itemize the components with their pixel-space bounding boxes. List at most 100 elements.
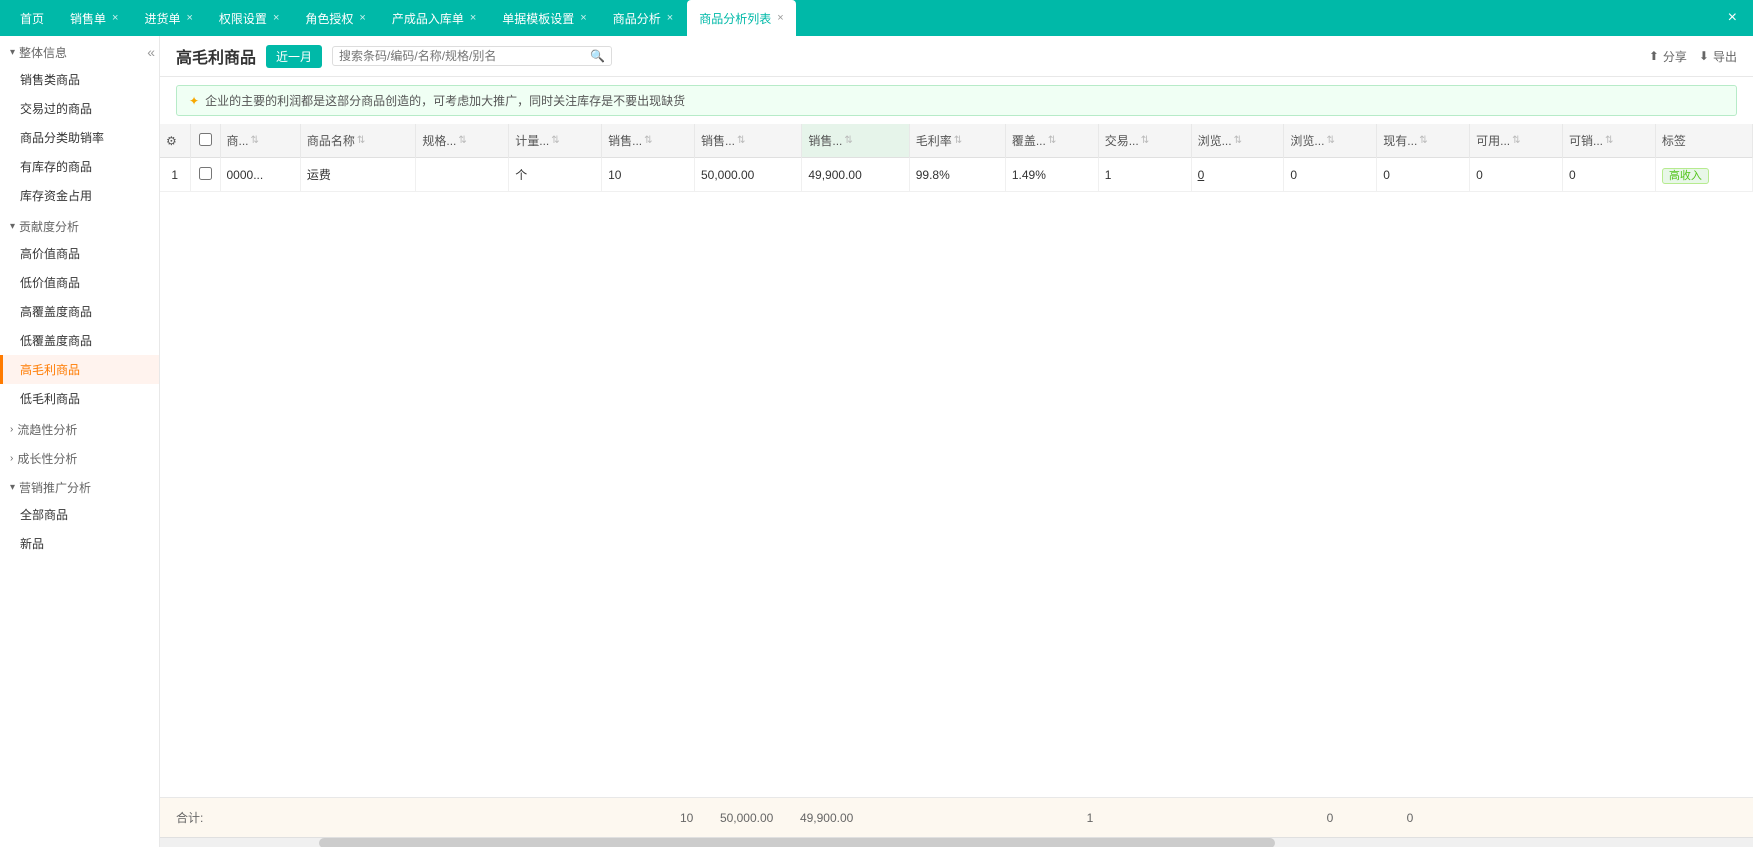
- col-trade-times[interactable]: 交易...⇅: [1098, 124, 1191, 158]
- sidebar-item-high-margin[interactable]: 高毛利商品: [0, 355, 159, 384]
- nav-tab-analysis[interactable]: 商品分析 ×: [601, 0, 685, 36]
- sidebar-group-contribution[interactable]: ▾ 贡献度分析: [0, 210, 159, 239]
- sidebar-item-low-value[interactable]: 低价值商品: [0, 268, 159, 297]
- col-settings[interactable]: ⚙: [160, 124, 190, 158]
- nav-tab-permission[interactable]: 权限设置 ×: [207, 0, 291, 36]
- filter-month-button[interactable]: 近一月: [266, 45, 322, 68]
- close-purchase-tab[interactable]: ×: [186, 12, 192, 24]
- col-tag[interactable]: 标签: [1655, 124, 1752, 158]
- sidebar-group-trend[interactable]: › 流趋性分析: [0, 413, 159, 442]
- sidebar-item-traded-goods[interactable]: 交易过的商品: [0, 94, 159, 123]
- row-current-stock: 0: [1377, 158, 1470, 192]
- content-header: 高毛利商品 近一月 🔍 ⬆ 分享 ⬇ 导出: [160, 36, 1753, 77]
- page-title: 高毛利商品: [176, 44, 256, 68]
- footer-spacer5: [1179, 811, 1259, 825]
- search-input[interactable]: [339, 49, 586, 63]
- bottom-scrollbar[interactable]: [160, 837, 1753, 847]
- sidebar-collapse-button[interactable]: «: [147, 44, 155, 60]
- tip-icon: ✦: [189, 94, 199, 108]
- row-sale-cost: 49,900.00: [802, 158, 909, 192]
- footer-cells: 10 50,000.00 49,900.00 1 0 0: [219, 811, 1737, 825]
- search-icon[interactable]: 🔍: [590, 49, 605, 63]
- share-button[interactable]: ⬆ 分享: [1649, 48, 1687, 65]
- sidebar: « ▾ 整体信息 销售类商品 交易过的商品 商品分类助销率 有库存的商品 库存资…: [0, 36, 160, 847]
- header-actions: ⬆ 分享 ⬇ 导出: [1649, 48, 1737, 65]
- export-button[interactable]: ⬇ 导出: [1699, 48, 1737, 65]
- close-template-tab[interactable]: ×: [580, 12, 586, 24]
- col-name[interactable]: 商品名称⇅: [300, 124, 416, 158]
- sidebar-item-low-coverage[interactable]: 低覆盖度商品: [0, 326, 159, 355]
- group-arrow-overall: ▾: [10, 47, 15, 58]
- scrollbar-thumb[interactable]: [319, 838, 1275, 847]
- col-browse2[interactable]: 浏览...⇅: [1284, 124, 1377, 158]
- row-sale-amount: 50,000.00: [694, 158, 801, 192]
- close-role-tab[interactable]: ×: [359, 12, 365, 24]
- nav-tab-role[interactable]: 角色授权 ×: [293, 0, 377, 36]
- row-gross-margin: 99.8%: [909, 158, 1005, 192]
- sidebar-group-overall[interactable]: ▾ 整体信息: [0, 36, 159, 65]
- col-browse1[interactable]: 浏览...⇅: [1191, 124, 1284, 158]
- main-layout: « ▾ 整体信息 销售类商品 交易过的商品 商品分类助销率 有库存的商品 库存资…: [0, 36, 1753, 847]
- sidebar-item-new-goods[interactable]: 新品: [0, 529, 159, 558]
- col-code[interactable]: 商...⇅: [220, 124, 300, 158]
- group-arrow-contribution: ▾: [10, 221, 15, 232]
- row-available-stock: 0: [1470, 158, 1563, 192]
- row-code: 0000...: [220, 158, 300, 192]
- footer-spacer3: [939, 811, 1019, 825]
- close-sales-tab[interactable]: ×: [112, 12, 118, 24]
- sidebar-item-high-coverage[interactable]: 高覆盖度商品: [0, 297, 159, 326]
- row-name: 运费: [300, 158, 416, 192]
- export-icon: ⬇: [1699, 49, 1709, 63]
- window-close-button[interactable]: ×: [1720, 9, 1745, 27]
- col-sale-cost[interactable]: 销售...⇅: [802, 124, 909, 158]
- col-spec[interactable]: 规格...⇅: [416, 124, 509, 158]
- footer-trade-times: 1: [1019, 811, 1099, 825]
- col-sale-qty[interactable]: 销售...⇅: [602, 124, 695, 158]
- close-analysis-list-tab[interactable]: ×: [777, 12, 783, 24]
- sidebar-item-high-value[interactable]: 高价值商品: [0, 239, 159, 268]
- row-coverage: 1.49%: [1005, 158, 1098, 192]
- sidebar-item-category-rate[interactable]: 商品分类助销率: [0, 123, 159, 152]
- row-sellable: 0: [1563, 158, 1656, 192]
- nav-tab-analysis-list[interactable]: 商品分析列表 ×: [687, 0, 795, 36]
- select-all-checkbox[interactable]: [199, 133, 212, 146]
- footer-available-stock: 0: [1339, 811, 1419, 825]
- info-banner: ✦ 企业的主要的利润都是这部分商品创造的，可考虑加大推广，同时关注库存是不要出现…: [176, 85, 1737, 116]
- col-sale-amount[interactable]: 销售...⇅: [694, 124, 801, 158]
- footer-total: 合计: 10 50,000.00 49,900.00 1 0 0: [160, 797, 1753, 837]
- col-sellable[interactable]: 可销...⇅: [1563, 124, 1656, 158]
- row-browse2: 0: [1284, 158, 1377, 192]
- footer-spacer1: [219, 811, 619, 825]
- row-checkbox[interactable]: [190, 158, 220, 192]
- sidebar-item-low-margin[interactable]: 低毛利商品: [0, 384, 159, 413]
- nav-tab-template[interactable]: 单据模板设置 ×: [490, 0, 598, 36]
- col-current-stock[interactable]: 现有...⇅: [1377, 124, 1470, 158]
- row-trade-times: 1: [1098, 158, 1191, 192]
- col-available-stock[interactable]: 可用...⇅: [1470, 124, 1563, 158]
- close-permission-tab[interactable]: ×: [273, 12, 279, 24]
- sidebar-item-all-goods[interactable]: 全部商品: [0, 500, 159, 529]
- sidebar-group-growth[interactable]: › 成长性分析: [0, 442, 159, 471]
- row-spec: [416, 158, 509, 192]
- col-unit[interactable]: 计量...⇅: [509, 124, 602, 158]
- nav-tab-purchase[interactable]: 进货单 ×: [132, 0, 204, 36]
- content-area: 高毛利商品 近一月 🔍 ⬆ 分享 ⬇ 导出 ✦ 企业的主要的利润都是这部分商品创…: [160, 36, 1753, 847]
- row-browse1[interactable]: 0: [1191, 158, 1284, 192]
- share-icon: ⬆: [1649, 49, 1659, 63]
- footer-sale-amount: 50,000.00: [699, 811, 779, 825]
- sidebar-item-sales-goods[interactable]: 销售类商品: [0, 65, 159, 94]
- sidebar-item-stock-capital[interactable]: 库存资金占用: [0, 181, 159, 210]
- table-header-row: ⚙ 商...⇅ 商品名称⇅ 规格...⇅: [160, 124, 1753, 158]
- close-inbound-tab[interactable]: ×: [470, 12, 476, 24]
- row-tag: 高收入: [1655, 158, 1752, 192]
- footer-current-stock: 0: [1259, 811, 1339, 825]
- col-coverage[interactable]: 覆盖...⇅: [1005, 124, 1098, 158]
- sidebar-item-stocked-goods[interactable]: 有库存的商品: [0, 152, 159, 181]
- nav-tab-home[interactable]: 首页: [8, 0, 56, 36]
- nav-tab-inbound[interactable]: 产成品入库单 ×: [380, 0, 488, 36]
- nav-tab-sales[interactable]: 销售单 ×: [58, 0, 130, 36]
- col-gross-margin[interactable]: 毛利率⇅: [909, 124, 1005, 158]
- col-checkbox[interactable]: [190, 124, 220, 158]
- sidebar-group-marketing[interactable]: ▾ 营销推广分析: [0, 471, 159, 500]
- close-analysis-tab[interactable]: ×: [667, 12, 673, 24]
